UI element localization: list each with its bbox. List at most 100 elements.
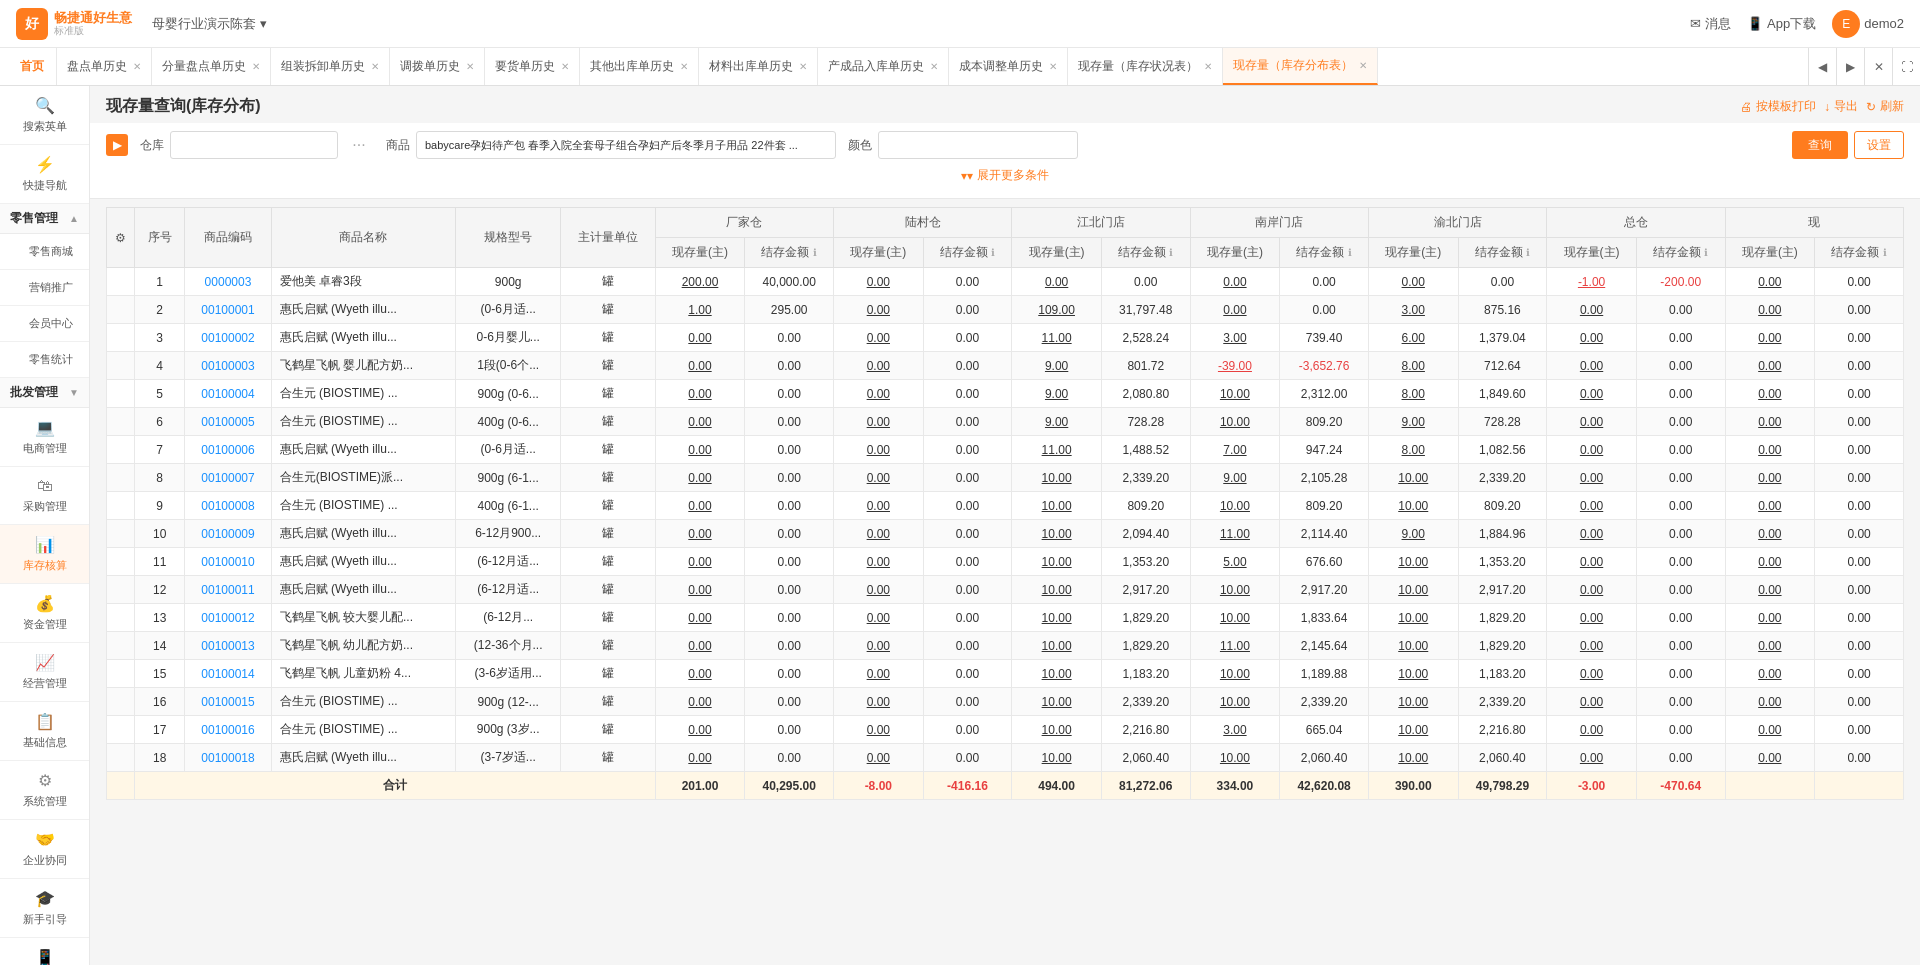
row-qty-2[interactable]: 10.00: [1012, 716, 1102, 744]
row-qty-4[interactable]: 10.00: [1368, 492, 1458, 520]
row-extra-qty[interactable]: 0.00: [1725, 436, 1815, 464]
tab-8[interactable]: 产成品入库单历史 ✕: [818, 48, 949, 85]
sidebar-item-guide[interactable]: 🎓 新手引导: [0, 879, 89, 938]
sidebar-item-retail-mall[interactable]: 零售商城: [0, 234, 89, 270]
row-qty-4[interactable]: 10.00: [1368, 632, 1458, 660]
row-qty-0[interactable]: 0.00: [655, 520, 745, 548]
row-qty-2[interactable]: 10.00: [1012, 576, 1102, 604]
row-qty-5[interactable]: -1.00: [1547, 268, 1637, 296]
row-qty-2[interactable]: 10.00: [1012, 632, 1102, 660]
row-qty-1[interactable]: 0.00: [834, 744, 924, 772]
tab-close-10[interactable]: ✕: [1204, 61, 1212, 72]
app-download-btn[interactable]: 📱 App下载: [1747, 15, 1816, 33]
filter-toggle-btn[interactable]: ▶: [106, 134, 128, 156]
col-setting[interactable]: ⚙: [107, 208, 135, 268]
row-extra-qty[interactable]: 0.00: [1725, 296, 1815, 324]
info-icon[interactable]: ℹ: [1169, 247, 1173, 258]
row-setting[interactable]: [107, 632, 135, 660]
tab-close-8[interactable]: ✕: [930, 61, 938, 72]
row-qty-3[interactable]: 10.00: [1190, 604, 1280, 632]
sidebar-item-apps[interactable]: 📱 应用中心: [0, 938, 89, 965]
row-qty-0[interactable]: 0.00: [655, 380, 745, 408]
tab-close-all-btn[interactable]: ✕: [1864, 48, 1892, 86]
row-qty-3[interactable]: 0.00: [1190, 268, 1280, 296]
sidebar-item-operations[interactable]: 📈 经营管理: [0, 643, 89, 702]
row-setting[interactable]: [107, 576, 135, 604]
row-qty-3[interactable]: 0.00: [1190, 296, 1280, 324]
tab-3[interactable]: 组装拆卸单历史 ✕: [271, 48, 390, 85]
row-qty-2[interactable]: 10.00: [1012, 688, 1102, 716]
row-qty-2[interactable]: 11.00: [1012, 436, 1102, 464]
row-qty-5[interactable]: 0.00: [1547, 352, 1637, 380]
row-qty-2[interactable]: 10.00: [1012, 744, 1102, 772]
row-qty-0[interactable]: 0.00: [655, 436, 745, 464]
row-extra-qty[interactable]: 0.00: [1725, 632, 1815, 660]
info-icon[interactable]: ℹ: [1883, 247, 1887, 258]
sidebar-item-search[interactable]: 🔍 搜索英单: [0, 86, 89, 145]
row-qty-5[interactable]: 0.00: [1547, 688, 1637, 716]
row-qty-4[interactable]: 0.00: [1368, 268, 1458, 296]
tab-close-11[interactable]: ✕: [1359, 60, 1367, 71]
row-qty-5[interactable]: 0.00: [1547, 716, 1637, 744]
row-qty-0[interactable]: 1.00: [655, 296, 745, 324]
row-qty-5[interactable]: 0.00: [1547, 296, 1637, 324]
tab-maximize-btn[interactable]: ⛶: [1892, 48, 1920, 86]
row-qty-5[interactable]: 0.00: [1547, 660, 1637, 688]
row-qty-4[interactable]: 10.00: [1368, 548, 1458, 576]
row-qty-4[interactable]: 10.00: [1368, 688, 1458, 716]
info-icon[interactable]: ℹ: [991, 247, 995, 258]
row-qty-5[interactable]: 0.00: [1547, 548, 1637, 576]
row-setting[interactable]: [107, 464, 135, 492]
row-qty-1[interactable]: 0.00: [834, 660, 924, 688]
row-qty-2[interactable]: 10.00: [1012, 492, 1102, 520]
row-qty-1[interactable]: 0.00: [834, 268, 924, 296]
row-extra-qty[interactable]: 0.00: [1725, 380, 1815, 408]
row-setting[interactable]: [107, 604, 135, 632]
row-qty-1[interactable]: 0.00: [834, 604, 924, 632]
tab-close-4[interactable]: ✕: [466, 61, 474, 72]
search-btn[interactable]: 查询: [1792, 131, 1848, 159]
row-extra-qty[interactable]: 0.00: [1725, 744, 1815, 772]
tab-close-6[interactable]: ✕: [680, 61, 688, 72]
tab-11[interactable]: 现存量（库存分布表） ✕: [1223, 48, 1378, 85]
row-qty-5[interactable]: 0.00: [1547, 380, 1637, 408]
row-qty-4[interactable]: 8.00: [1368, 352, 1458, 380]
row-qty-4[interactable]: 8.00: [1368, 436, 1458, 464]
row-setting[interactable]: [107, 492, 135, 520]
row-extra-qty[interactable]: 0.00: [1725, 520, 1815, 548]
row-extra-qty[interactable]: 0.00: [1725, 464, 1815, 492]
row-qty-4[interactable]: 10.00: [1368, 604, 1458, 632]
row-qty-5[interactable]: 0.00: [1547, 324, 1637, 352]
row-qty-3[interactable]: 3.00: [1190, 716, 1280, 744]
row-qty-2[interactable]: 0.00: [1012, 268, 1102, 296]
row-qty-2[interactable]: 10.00: [1012, 660, 1102, 688]
row-qty-0[interactable]: 0.00: [655, 716, 745, 744]
row-extra-qty[interactable]: 0.00: [1725, 352, 1815, 380]
row-setting[interactable]: [107, 408, 135, 436]
row-qty-2[interactable]: 9.00: [1012, 380, 1102, 408]
row-qty-5[interactable]: 0.00: [1547, 436, 1637, 464]
row-qty-3[interactable]: 11.00: [1190, 632, 1280, 660]
row-qty-0[interactable]: 0.00: [655, 604, 745, 632]
row-qty-2[interactable]: 10.00: [1012, 548, 1102, 576]
row-qty-0[interactable]: 0.00: [655, 464, 745, 492]
info-icon[interactable]: ℹ: [1704, 247, 1708, 258]
row-qty-2[interactable]: 10.00: [1012, 604, 1102, 632]
tab-prev-btn[interactable]: ◀: [1808, 48, 1836, 86]
row-qty-1[interactable]: 0.00: [834, 436, 924, 464]
row-qty-5[interactable]: 0.00: [1547, 408, 1637, 436]
row-qty-0[interactable]: 0.00: [655, 492, 745, 520]
info-icon[interactable]: ℹ: [1348, 247, 1352, 258]
tab-10[interactable]: 现存量（库存状况表） ✕: [1068, 48, 1223, 85]
row-qty-3[interactable]: 10.00: [1190, 660, 1280, 688]
row-qty-5[interactable]: 0.00: [1547, 744, 1637, 772]
info-icon[interactable]: ℹ: [813, 247, 817, 258]
row-setting[interactable]: [107, 688, 135, 716]
row-qty-3[interactable]: 10.00: [1190, 492, 1280, 520]
row-qty-1[interactable]: 0.00: [834, 296, 924, 324]
sidebar-item-retail-mgmt[interactable]: 零售管理 ▲: [0, 204, 89, 234]
row-qty-4[interactable]: 10.00: [1368, 576, 1458, 604]
tab-close-3[interactable]: ✕: [371, 61, 379, 72]
info-icon[interactable]: ℹ: [1526, 247, 1530, 258]
row-qty-3[interactable]: 9.00: [1190, 464, 1280, 492]
